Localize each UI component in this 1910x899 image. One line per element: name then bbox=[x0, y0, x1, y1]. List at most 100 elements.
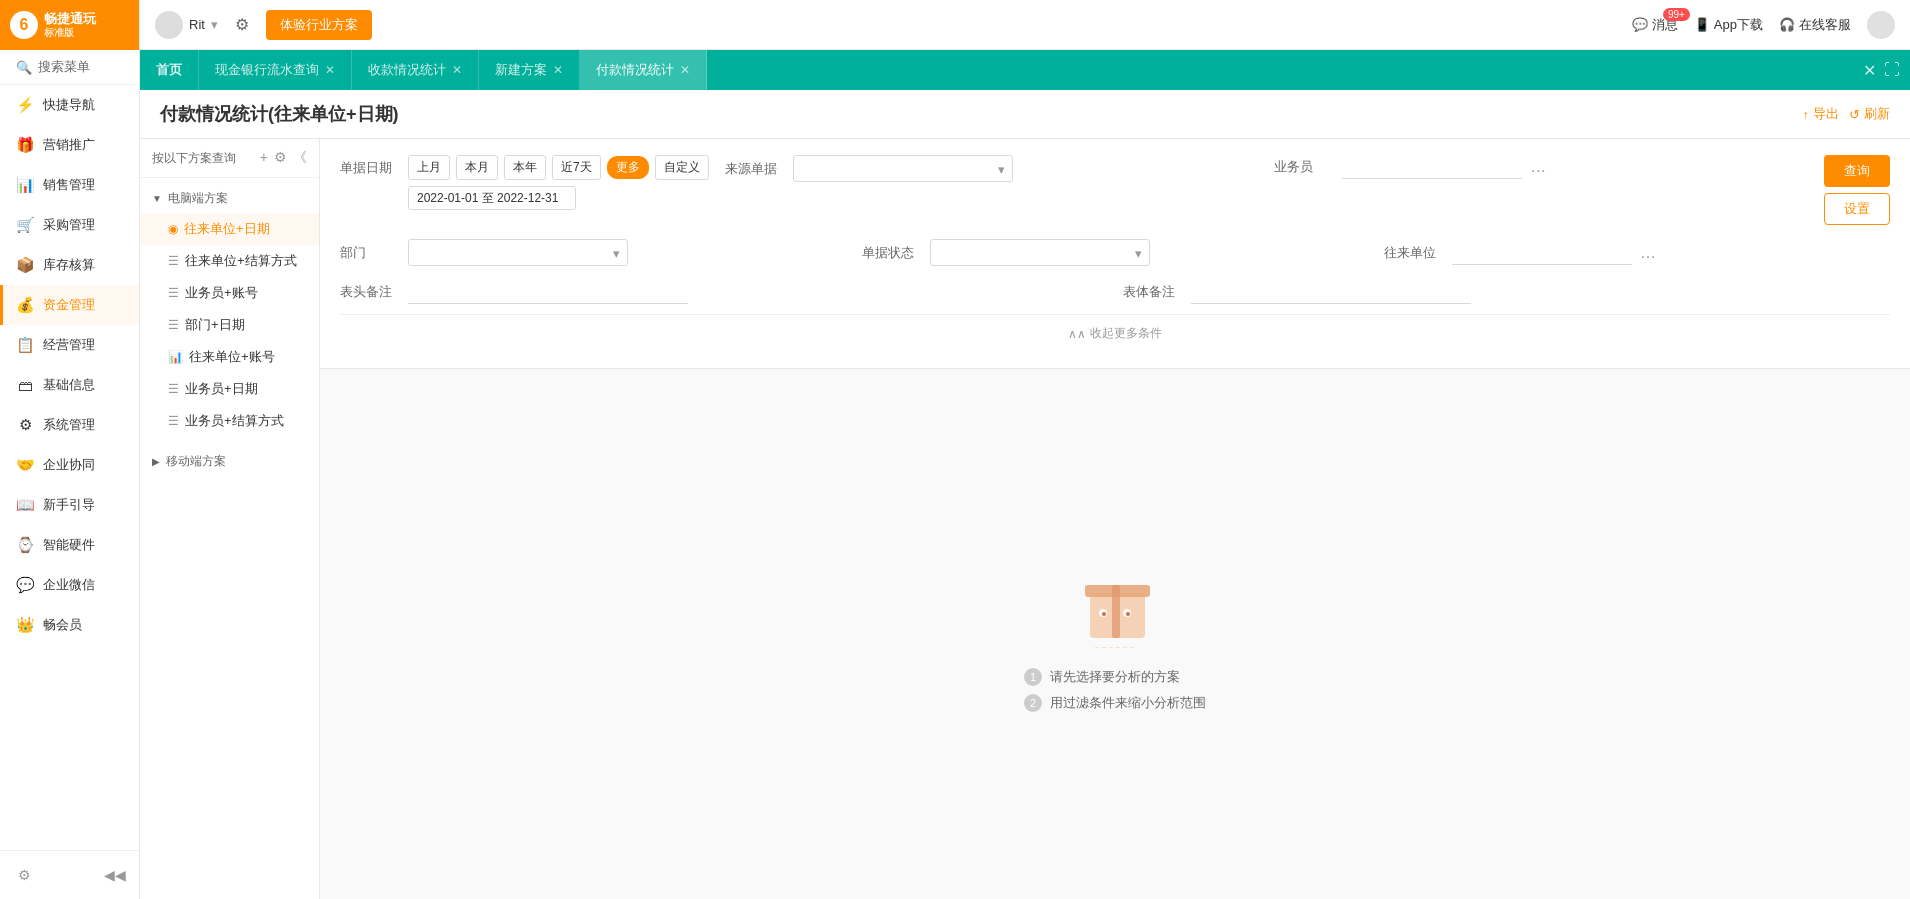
sidebar-item-enterprise[interactable]: 🤝 企业协同 bbox=[0, 445, 139, 485]
sidebar-item-purchase[interactable]: 🛒 采购管理 bbox=[0, 205, 139, 245]
mobile-scheme-section: ▶ 移动端方案 bbox=[140, 447, 319, 476]
tab-payments[interactable]: 付款情况统计 ✕ bbox=[580, 50, 707, 90]
unit-input[interactable] bbox=[1452, 241, 1632, 265]
empty-tip-1: 1 请先选择要分析的方案 bbox=[1024, 668, 1206, 686]
dept-select[interactable] bbox=[408, 239, 628, 266]
scheme-icon-6: ☰ bbox=[168, 414, 179, 428]
this-year-btn[interactable]: 本年 bbox=[504, 155, 546, 180]
guide-icon: 📖 bbox=[15, 495, 35, 515]
scheme-header: 按以下方案查询 + ⚙ 《 bbox=[140, 139, 319, 178]
user-avatar bbox=[155, 11, 183, 39]
sidebar-item-operation[interactable]: 📋 经营管理 bbox=[0, 325, 139, 365]
mobile-section-title[interactable]: ▶ 移动端方案 bbox=[140, 447, 319, 476]
scheme-item-unit-date[interactable]: ◉ 往来单位+日期 bbox=[140, 213, 319, 245]
sidebar-item-finance[interactable]: 💰 资金管理 bbox=[0, 285, 139, 325]
sidebar-item-basic[interactable]: 🗃 基础信息 bbox=[0, 365, 139, 405]
topbar-user-avatar-right[interactable] bbox=[1867, 11, 1895, 39]
sidebar-collapse-btn[interactable]: ◀◀ bbox=[101, 861, 129, 889]
close-receipts-tab[interactable]: ✕ bbox=[452, 63, 462, 77]
staff-input[interactable] bbox=[1342, 155, 1522, 179]
scheme-item-staff-date[interactable]: ☰ 业务员+日期 bbox=[140, 373, 319, 405]
source-select[interactable] bbox=[793, 155, 1013, 182]
last-month-btn[interactable]: 上月 bbox=[408, 155, 450, 180]
unit-label: 往来单位 bbox=[1384, 244, 1444, 262]
wechat-icon: 💬 bbox=[15, 575, 35, 595]
sidebar-label-finance: 资金管理 bbox=[43, 296, 95, 314]
scheme-label-unit-account: 往来单位+账号 bbox=[189, 348, 275, 366]
more-dates-btn[interactable]: 更多 bbox=[607, 156, 649, 179]
refresh-btn[interactable]: ↺ 刷新 bbox=[1849, 105, 1890, 123]
app-download-btn[interactable]: 📱 App下载 bbox=[1694, 16, 1763, 34]
filter-settings-btn[interactable]: 设置 bbox=[1824, 193, 1890, 225]
export-btn[interactable]: ↑ 导出 bbox=[1803, 105, 1840, 123]
collapse-more-btn[interactable]: ∧∧ 收起更多条件 bbox=[340, 314, 1890, 352]
tab-receipts[interactable]: 收款情况统计 ✕ bbox=[352, 50, 479, 90]
this-month-btn[interactable]: 本月 bbox=[456, 155, 498, 180]
sales-icon: 📊 bbox=[15, 175, 35, 195]
close-payments-tab[interactable]: ✕ bbox=[680, 63, 690, 77]
sidebar-item-marketing[interactable]: 🎁 营销推广 bbox=[0, 125, 139, 165]
scheme-label-unit-payment: 往来单位+结算方式 bbox=[185, 252, 297, 270]
footer-settings-btn[interactable]: ⚙ bbox=[10, 861, 38, 889]
filter-area: 单据日期 上月 本月 本年 近7天 更多 自定义 bbox=[320, 139, 1910, 368]
sidebar-item-system[interactable]: ⚙ 系统管理 bbox=[0, 405, 139, 445]
add-scheme-btn[interactable]: + bbox=[260, 149, 268, 167]
online-service-btn[interactable]: 🎧 在线客服 bbox=[1779, 16, 1851, 34]
export-icon: ↑ bbox=[1803, 107, 1810, 122]
username: Rit bbox=[189, 17, 205, 32]
scheme-item-staff-account[interactable]: ☰ 业务员+账号 bbox=[140, 277, 319, 309]
tabbar-actions: ✕ ⛶ bbox=[1853, 50, 1910, 90]
service-icon: 🎧 bbox=[1779, 17, 1795, 32]
messages-btn[interactable]: 💬 消息 99+ bbox=[1632, 16, 1678, 34]
sidebar-item-wechat[interactable]: 💬 企业微信 bbox=[0, 565, 139, 605]
basic-icon: 🗃 bbox=[15, 375, 35, 395]
search-icon: 🔍 bbox=[16, 60, 32, 75]
user-dropdown-icon[interactable]: ▾ bbox=[211, 17, 218, 32]
main-area: Rit ▾ ⚙ 体验行业方案 💬 消息 99+ 📱 App下载 🎧 在线客服 bbox=[140, 0, 1910, 899]
sidebar-item-hardware[interactable]: ⌚ 智能硬件 bbox=[0, 525, 139, 565]
date-range-input[interactable] bbox=[408, 186, 576, 210]
scheme-item-dept-date[interactable]: ☰ 部门+日期 bbox=[140, 309, 319, 341]
dept-select-wrap: ▾ bbox=[408, 239, 628, 266]
collapse-chevron-icon: ∧∧ bbox=[1068, 327, 1086, 341]
tab-bank[interactable]: 现金银行流水查询 ✕ bbox=[199, 50, 352, 90]
body-note-label: 表体备注 bbox=[1123, 283, 1183, 301]
sidebar-item-guide[interactable]: 📖 新手引导 bbox=[0, 485, 139, 525]
sidebar-label-inventory: 库存核算 bbox=[43, 256, 95, 274]
unit-dots-btn[interactable]: … bbox=[1640, 244, 1656, 262]
date-shortcuts: 上月 本月 本年 近7天 更多 自定义 bbox=[408, 155, 709, 180]
inventory-icon: 📦 bbox=[15, 255, 35, 275]
staff-label: 业务员 bbox=[1274, 158, 1334, 176]
sidebar-item-member[interactable]: 👑 畅会员 bbox=[0, 605, 139, 645]
header-note-input[interactable] bbox=[408, 280, 688, 304]
tabbar: 首页 现金银行流水查询 ✕ 收款情况统计 ✕ 新建方案 ✕ 付款情况统计 ✕ ✕… bbox=[140, 50, 1910, 90]
status-select-wrap: ▾ bbox=[930, 239, 1150, 266]
sidebar-item-shortcut[interactable]: ⚡ 快捷导航 bbox=[0, 85, 139, 125]
sidebar-label-basic: 基础信息 bbox=[43, 376, 95, 394]
tab-home[interactable]: 首页 bbox=[140, 50, 199, 90]
tab-new[interactable]: 新建方案 ✕ bbox=[479, 50, 580, 90]
close-all-tabs-btn[interactable]: ✕ bbox=[1863, 61, 1876, 80]
scheme-collapse-btn[interactable]: 《 bbox=[293, 149, 307, 167]
body-note-input[interactable] bbox=[1191, 280, 1471, 304]
status-select[interactable] bbox=[930, 239, 1150, 266]
last7days-btn[interactable]: 近7天 bbox=[552, 155, 601, 180]
scheme-settings-btn[interactable]: ⚙ bbox=[274, 149, 287, 167]
desktop-section-title[interactable]: ▼ 电脑端方案 bbox=[140, 184, 319, 213]
topbar-settings-icon[interactable]: ⚙ bbox=[228, 11, 256, 39]
sidebar-item-inventory[interactable]: 📦 库存核算 bbox=[0, 245, 139, 285]
scheme-item-unit-payment[interactable]: ☰ 往来单位+结算方式 bbox=[140, 245, 319, 277]
scheme-item-unit-account[interactable]: 📊 往来单位+账号 bbox=[140, 341, 319, 373]
close-new-tab[interactable]: ✕ bbox=[553, 63, 563, 77]
scheme-item-staff-payment[interactable]: ☰ 业务员+结算方式 bbox=[140, 405, 319, 437]
close-bank-tab[interactable]: ✕ bbox=[325, 63, 335, 77]
empty-state-icon bbox=[1065, 548, 1165, 648]
fullscreen-btn[interactable]: ⛶ bbox=[1884, 61, 1900, 79]
query-btn[interactable]: 查询 bbox=[1824, 155, 1890, 187]
sidebar-item-sales[interactable]: 📊 销售管理 bbox=[0, 165, 139, 205]
staff-dots-btn[interactable]: … bbox=[1530, 158, 1546, 176]
custom-date-btn[interactable]: 自定义 bbox=[655, 155, 709, 180]
sidebar-search[interactable]: 🔍 搜索菜单 bbox=[0, 50, 139, 85]
trial-button[interactable]: 体验行业方案 bbox=[266, 10, 372, 40]
dept-label: 部门 bbox=[340, 244, 400, 262]
